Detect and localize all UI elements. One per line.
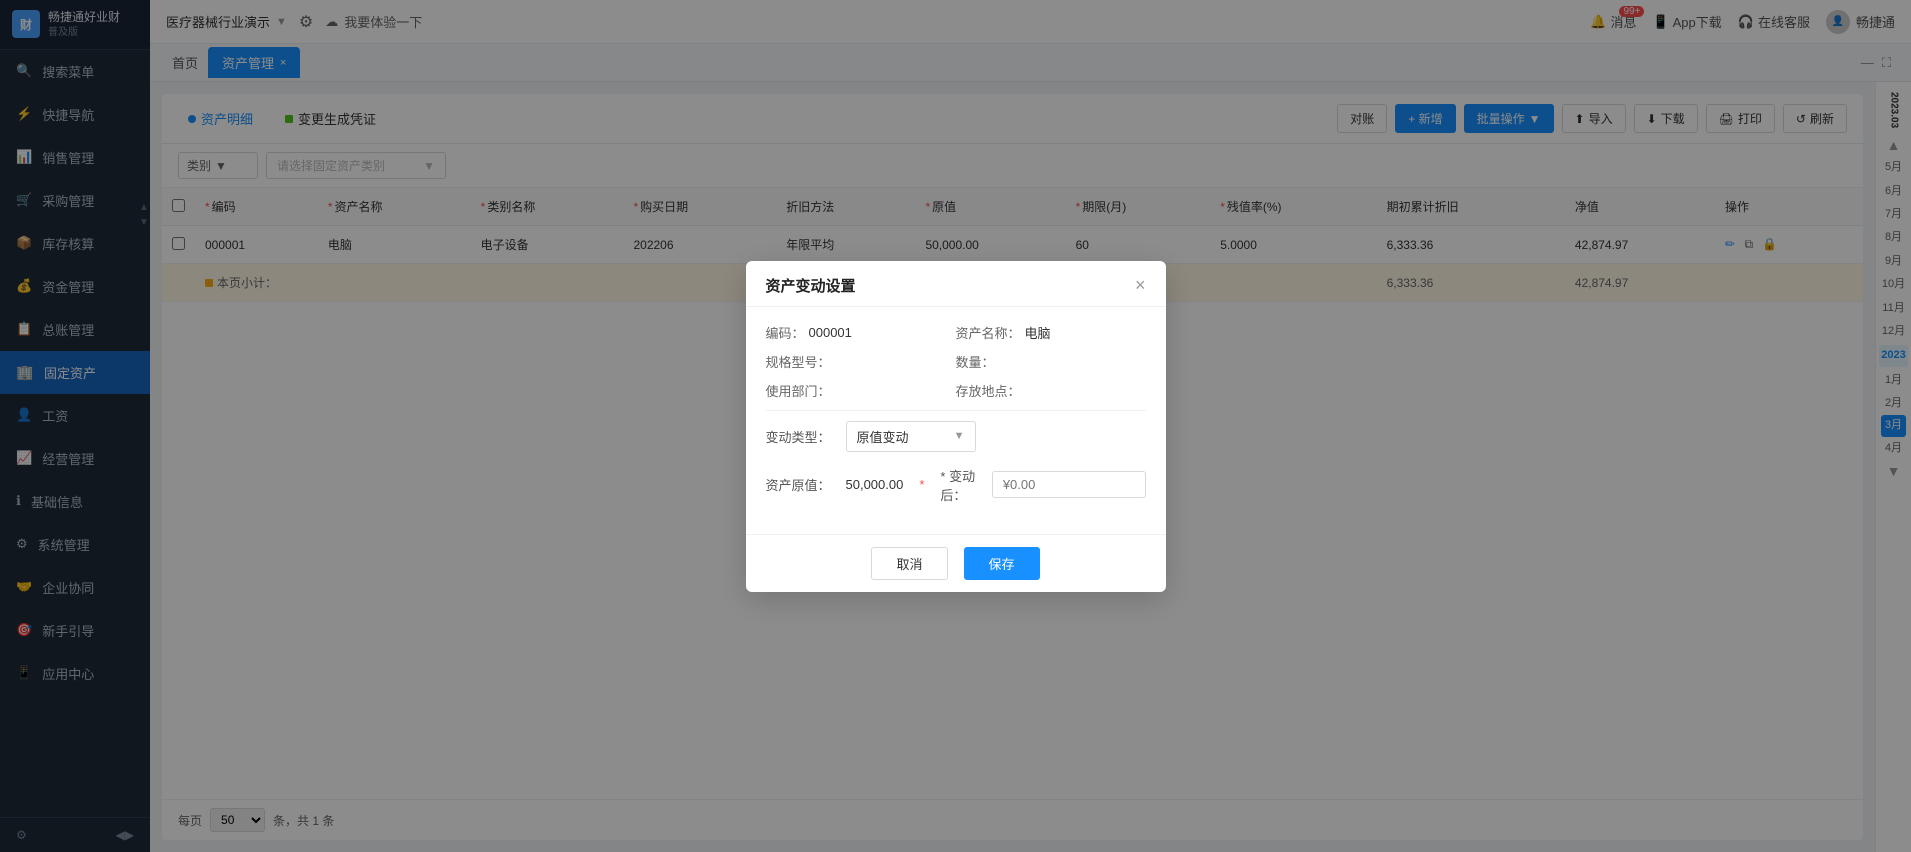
save-button[interactable]: 保存 [964, 547, 1040, 580]
after-change-input[interactable] [992, 471, 1146, 498]
dialog-asset-name-item: 资产名称： 电脑 [956, 323, 1146, 342]
after-change-label: * 变动后： [940, 466, 985, 504]
dialog-spec-item: 规格型号： [766, 352, 956, 371]
dialog-close-btn[interactable]: × [1135, 275, 1146, 296]
dialog-info-row-2: 规格型号： 数量： [766, 352, 1146, 371]
change-type-select[interactable]: 原值变动 ▼ [846, 421, 976, 452]
cancel-button[interactable]: 取消 [871, 547, 947, 580]
dialog-info-row-3: 使用部门： 存放地点： [766, 381, 1146, 400]
dialog-title: 资产变动设置 [766, 275, 856, 296]
dialog-location-item: 存放地点： [956, 381, 1146, 400]
dialog-qty-item: 数量： [956, 352, 1146, 371]
dialog-change-type-row: 变动类型： 原值变动 ▼ [766, 421, 1146, 452]
dialog-body: 编码： 000001 资产名称： 电脑 规格型号： 数量： [746, 307, 1166, 534]
dialog-code-item: 编码： 000001 [766, 323, 956, 342]
asset-change-dialog: 资产变动设置 × 编码： 000001 资产名称： 电脑 规格型号： [746, 261, 1166, 592]
dialog-overlay: 资产变动设置 × 编码： 000001 资产名称： 电脑 规格型号： [0, 0, 1911, 852]
dialog-header: 资产变动设置 × [746, 261, 1166, 307]
dialog-value-row: 资产原值： 50,000.00 * * 变动后： [766, 466, 1146, 504]
required-star: * [919, 477, 924, 492]
dialog-info-row-1: 编码： 000001 资产名称： 电脑 [766, 323, 1146, 342]
dialog-dept-item: 使用部门： [766, 381, 956, 400]
dialog-footer: 取消 保存 [746, 534, 1166, 592]
dialog-divider [766, 410, 1146, 411]
change-type-arrow: ▼ [954, 430, 965, 442]
